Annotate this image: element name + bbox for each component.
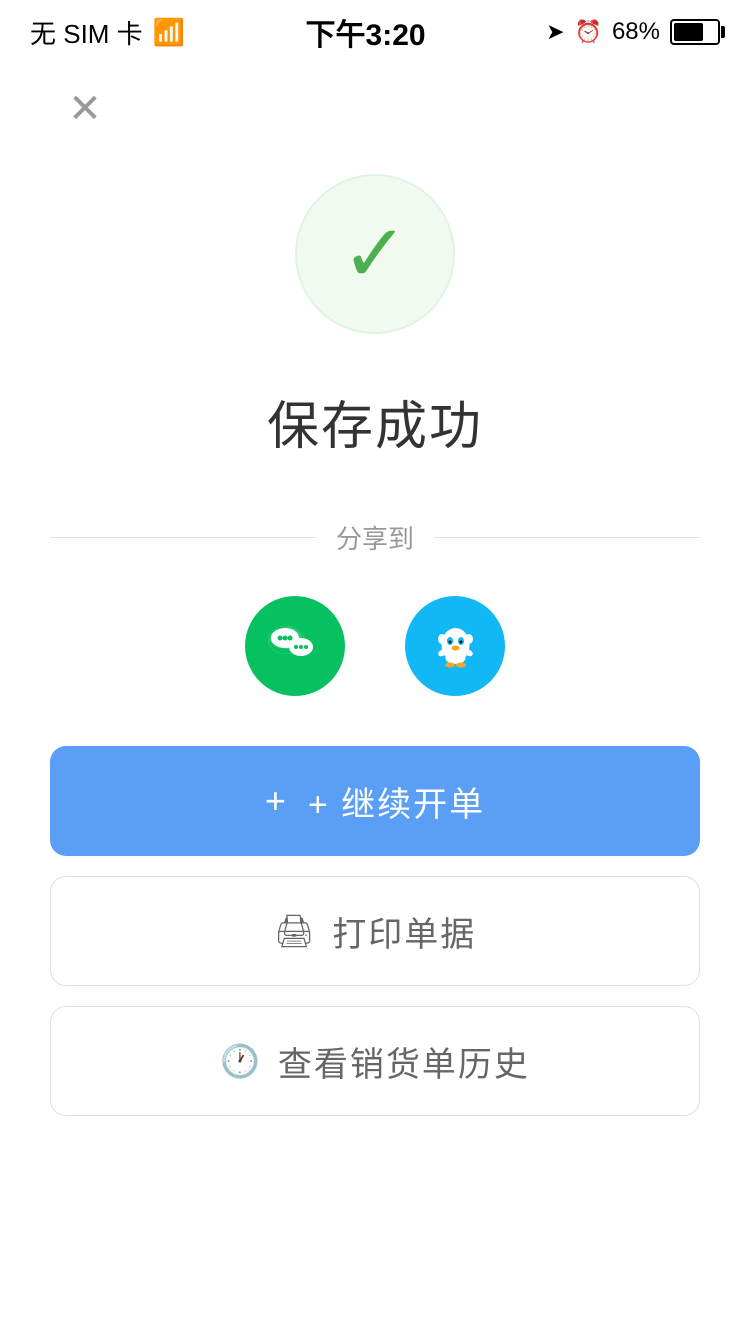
close-icon: ✕ [68, 89, 102, 129]
print-icon: 🖨 [274, 912, 317, 950]
action-buttons: + + 继续开单 🖨 打印单据 🕐 查看销货单历史 [50, 746, 700, 1116]
location-icon: ➤ [546, 19, 564, 45]
status-left: 无 SIM 卡 📶 [30, 14, 185, 51]
sim-status: 无 SIM 卡 [30, 14, 143, 51]
status-bar: 无 SIM 卡 📶 下午3:20 ➤ ⏰ 68% [0, 0, 750, 64]
continue-order-button[interactable]: + + 继续开单 [50, 746, 700, 856]
share-section: 分享到 [50, 519, 700, 696]
success-circle: ✓ [295, 174, 455, 334]
status-right: ➤ ⏰ 68% [546, 18, 720, 46]
wechat-icon [265, 616, 325, 676]
checkmark-icon: ✓ [341, 214, 408, 294]
alarm-icon: ⏰ [575, 19, 602, 45]
wechat-share-button[interactable] [245, 596, 345, 696]
history-label: 查看销货单历史 [278, 1037, 530, 1086]
close-button[interactable]: ✕ [60, 84, 110, 134]
share-label: 分享到 [336, 519, 414, 556]
plus-icon: + [265, 780, 288, 822]
success-title: 保存成功 [267, 384, 483, 459]
battery-percent: 68% [612, 18, 660, 46]
qq-share-button[interactable] [405, 596, 505, 696]
main-content: ✕ ✓ 保存成功 分享到 [0, 64, 750, 1156]
share-icons [50, 596, 700, 696]
divider-right [434, 537, 700, 538]
history-button[interactable]: 🕐 查看销货单历史 [50, 1006, 700, 1116]
qq-icon [428, 619, 483, 674]
print-button[interactable]: 🖨 打印单据 [50, 876, 700, 986]
print-label: 打印单据 [332, 907, 476, 956]
wifi-icon: 📶 [153, 17, 185, 48]
history-icon: 🕐 [220, 1042, 262, 1080]
share-divider: 分享到 [50, 519, 700, 556]
continue-order-label: + 继续开单 [308, 777, 485, 826]
divider-left [50, 537, 316, 538]
status-time: 下午3:20 [306, 10, 426, 54]
battery-icon [670, 19, 720, 45]
